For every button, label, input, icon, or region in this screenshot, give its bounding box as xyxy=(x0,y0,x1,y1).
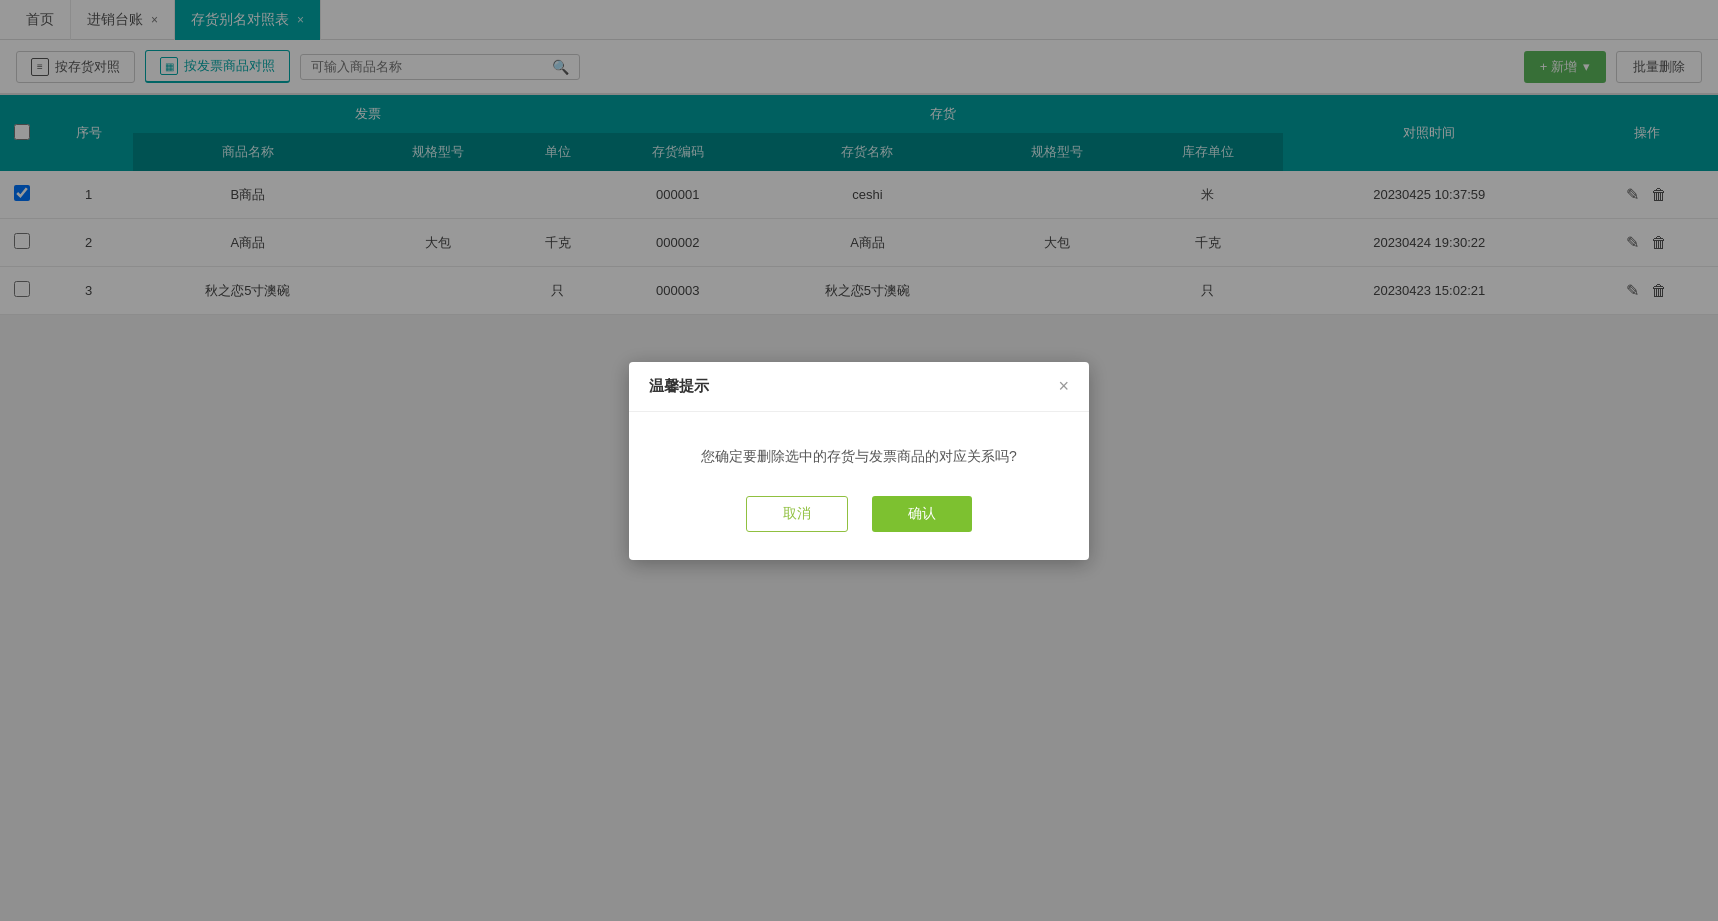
overlay: 温馨提示 × 您确定要删除选中的存货与发票商品的对应关系吗? 取消 确认 xyxy=(0,0,1718,315)
